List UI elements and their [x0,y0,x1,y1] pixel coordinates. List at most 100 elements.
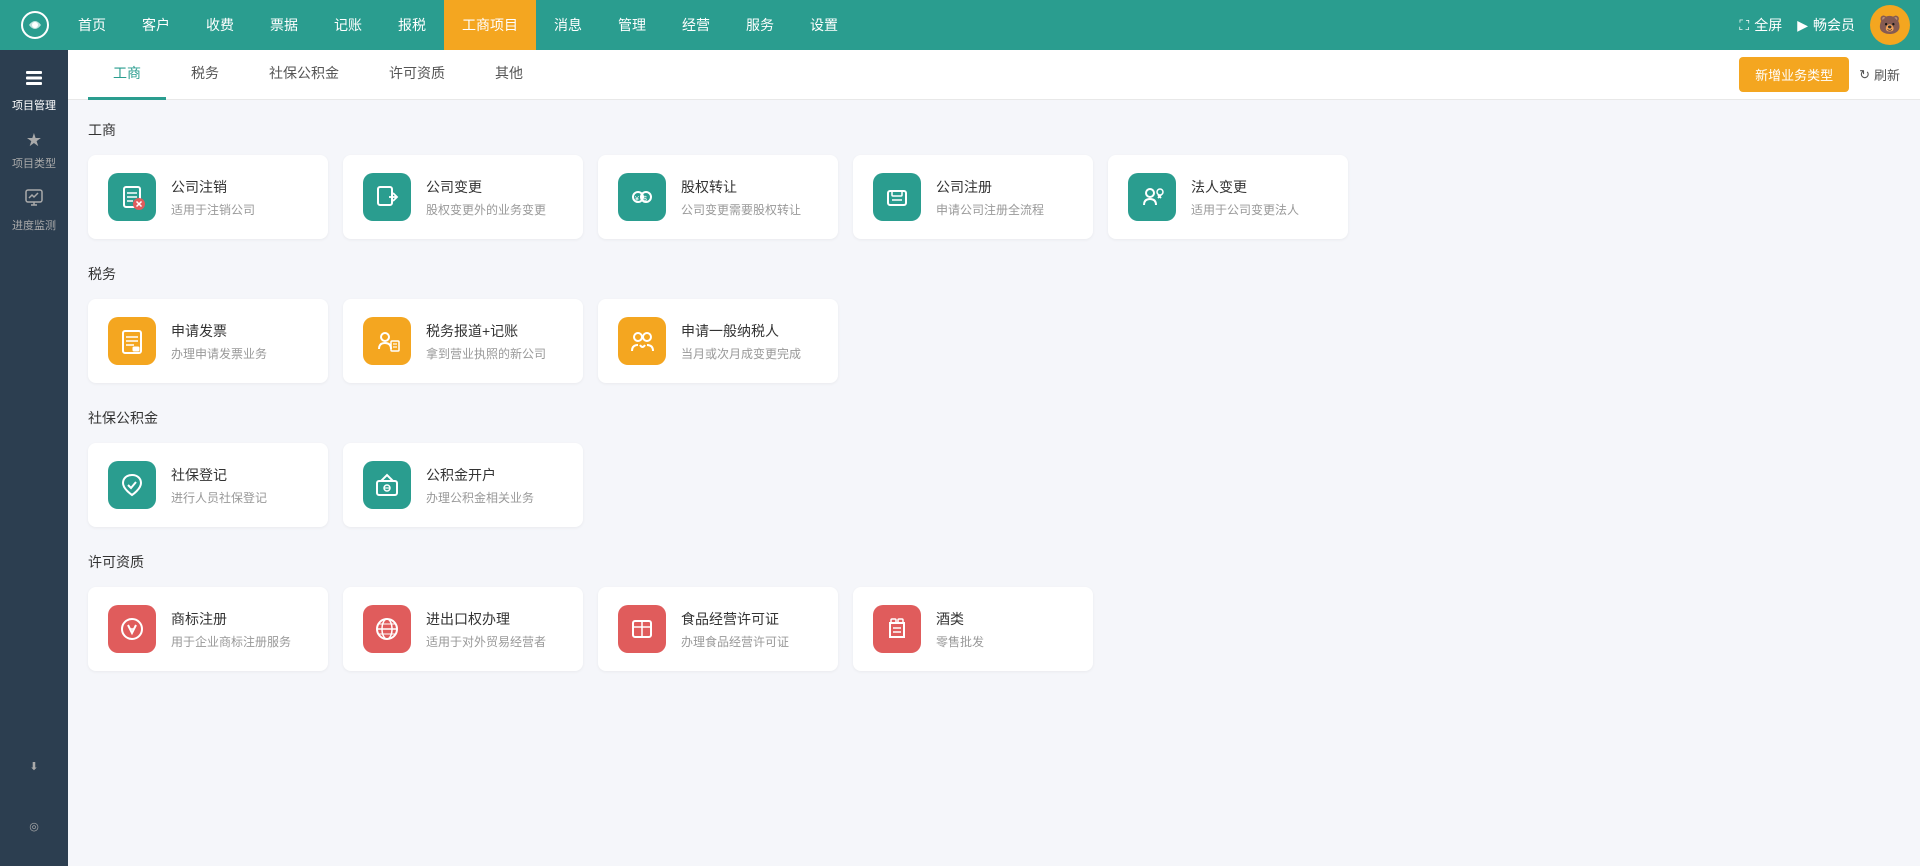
card-alcohol-desc: 零售批发 [936,633,984,650]
tabs-container: 工商 税务 社保公积金 许可资质 其他 [88,50,548,100]
star-icon: ★ [26,130,42,151]
fullscreen-button[interactable]: ⛶ 全屏 [1739,15,1782,35]
card-company-register-title: 公司注册 [936,177,1044,197]
nav-management[interactable]: 管理 [600,0,664,50]
nav-messages[interactable]: 消息 [536,0,600,50]
nav-tax-report[interactable]: 报税 [380,0,444,50]
card-general-taxpayer[interactable]: 申请一般纳税人 当月或次月成变更完成 [598,299,838,383]
card-company-cancel-title: 公司注销 [171,177,255,197]
sidebar-item-project-type[interactable]: ★ 项目类型 [0,120,68,180]
nav-operations[interactable]: 经营 [664,0,728,50]
card-trademark-info: 商标注册 用于企业商标注册服务 [171,609,291,650]
scroll-content[interactable]: 工商 公司注销 [68,100,1920,866]
card-alcohol[interactable]: 酒类 零售批发 [853,587,1093,671]
nav-home[interactable]: 首页 [60,0,124,50]
license-cards: 商标注册 用于企业商标注册服务 [88,587,1900,671]
card-import-export-title: 进出口权办理 [426,609,546,629]
tab-license[interactable]: 许可资质 [364,50,470,100]
section-title-license: 许可资质 [88,552,1900,572]
sidebar-progress-label: 进度监测 [12,217,56,233]
card-housing-fund-title: 公积金开户 [426,465,534,485]
section-title-social: 社保公积金 [88,408,1900,428]
card-tax-accounting[interactable]: 税务报道+记账 拿到营业执照的新公司 [343,299,583,383]
card-company-change-title: 公司变更 [426,177,546,197]
tab-other[interactable]: 其他 [470,50,548,100]
section-title-industrial: 工商 [88,120,1900,140]
nav-customer[interactable]: 客户 [124,0,188,50]
card-social-security-info: 社保登记 进行人员社保登记 [171,465,267,506]
card-food-license[interactable]: 食品经营许可证 办理食品经营许可证 [598,587,838,671]
refresh-label: 刷新 [1874,65,1900,84]
vip-label: 畅会员 [1813,15,1855,35]
top-right-tools: ⛶ 全屏 ▶ 畅会员 🐻 [1739,5,1910,45]
nav-bills[interactable]: 票据 [252,0,316,50]
card-invoice[interactable]: 申请发票 办理申请发票业务 [88,299,328,383]
settings-circle-icon: ◎ [29,820,39,833]
tab-industrial[interactable]: 工商 [88,50,166,100]
card-equity-transfer[interactable]: ¥ $ 股权转让 公司变更需要股权转让 [598,155,838,239]
mascot-avatar[interactable]: 🐻 [1870,5,1910,45]
sidebar-bottom: ⬇ ◎ [0,736,68,856]
card-invoice-title: 申请发票 [171,321,267,341]
card-food-license-info: 食品经营许可证 办理食品经营许可证 [681,609,789,650]
card-equity-transfer-title: 股权转让 [681,177,801,197]
social-security-icon [108,461,156,509]
sidebar-download[interactable]: ⬇ [0,736,68,796]
nav-settings[interactable]: 设置 [792,0,856,50]
sidebar-item-project-management[interactable]: 项目管理 [0,60,68,120]
card-social-security[interactable]: 社保登记 进行人员社保登记 [88,443,328,527]
fullscreen-icon: ⛶ [1739,17,1749,34]
card-company-register-info: 公司注册 申请公司注册全流程 [936,177,1044,218]
left-sidebar: 项目管理 ★ 项目类型 进度监测 ⬇ ◎ [0,50,68,866]
card-company-register[interactable]: 公司注册 申请公司注册全流程 [853,155,1093,239]
nav-service[interactable]: 服务 [728,0,792,50]
nav-accounting[interactable]: 记账 [316,0,380,50]
card-trademark[interactable]: 商标注册 用于企业商标注册服务 [88,587,328,671]
card-import-export-desc: 适用于对外贸易经营者 [426,633,546,650]
nav-menu: 首页 客户 收费 票据 记账 报税 工商项目 消息 管理 经营 服务 设置 [60,0,1739,50]
card-company-register-desc: 申请公司注册全流程 [936,201,1044,218]
card-social-security-desc: 进行人员社保登记 [171,489,267,506]
refresh-button[interactable]: ↻ 刷新 [1859,65,1900,84]
main-layout: 项目管理 ★ 项目类型 进度监测 ⬇ ◎ [0,50,1920,866]
alcohol-icon [873,605,921,653]
card-company-change-desc: 股权变更外的业务变更 [426,201,546,218]
card-legal-change[interactable]: 法人变更 适用于公司变更法人 [1108,155,1348,239]
card-company-cancel-info: 公司注销 适用于注销公司 [171,177,255,218]
play-icon: ▶ [1797,17,1808,34]
general-taxpayer-icon [618,317,666,365]
card-alcohol-title: 酒类 [936,609,984,629]
housing-fund-icon [363,461,411,509]
company-register-icon [873,173,921,221]
card-import-export-info: 进出口权办理 适用于对外贸易经营者 [426,609,546,650]
card-company-change[interactable]: 公司变更 股权变更外的业务变更 [343,155,583,239]
card-general-taxpayer-desc: 当月或次月成变更完成 [681,345,801,362]
card-social-security-title: 社保登记 [171,465,267,485]
sidebar-item-progress[interactable]: 进度监测 [0,180,68,240]
tab-social-security[interactable]: 社保公积金 [244,50,364,100]
download-icon: ⬇ [29,760,38,773]
card-food-license-title: 食品经营许可证 [681,609,789,629]
card-import-export[interactable]: 进出口权办理 适用于对外贸易经营者 [343,587,583,671]
tax-accounting-icon [363,317,411,365]
import-export-icon [363,605,411,653]
card-tax-accounting-info: 税务报道+记账 拿到营业执照的新公司 [426,321,546,362]
sidebar-settings-bottom[interactable]: ◎ [0,796,68,856]
card-general-taxpayer-info: 申请一般纳税人 当月或次月成变更完成 [681,321,801,362]
tab-tax[interactable]: 税务 [166,50,244,100]
add-business-type-button[interactable]: 新增业务类型 [1739,57,1849,92]
section-title-tax: 税务 [88,264,1900,284]
nav-fees[interactable]: 收费 [188,0,252,50]
nav-industrial[interactable]: 工商项目 [444,0,536,50]
sidebar-project-label: 项目管理 [12,97,56,113]
svg-text:$: $ [643,196,647,203]
industrial-cards: 公司注销 适用于注销公司 公司变更 股权变更外的业务变更 [88,155,1900,239]
vip-button[interactable]: ▶ 畅会员 [1797,15,1855,35]
top-navigation: 首页 客户 收费 票据 记账 报税 工商项目 消息 管理 经营 服务 设置 ⛶ … [0,0,1920,50]
card-company-cancel[interactable]: 公司注销 适用于注销公司 [88,155,328,239]
tab-bar: 工商 税务 社保公积金 许可资质 其他 新增业务类型 ↻ 刷新 [68,50,1920,100]
card-legal-change-info: 法人变更 适用于公司变更法人 [1191,177,1299,218]
equity-transfer-icon: ¥ $ [618,173,666,221]
trademark-icon [108,605,156,653]
card-housing-fund[interactable]: 公积金开户 办理公积金相关业务 [343,443,583,527]
